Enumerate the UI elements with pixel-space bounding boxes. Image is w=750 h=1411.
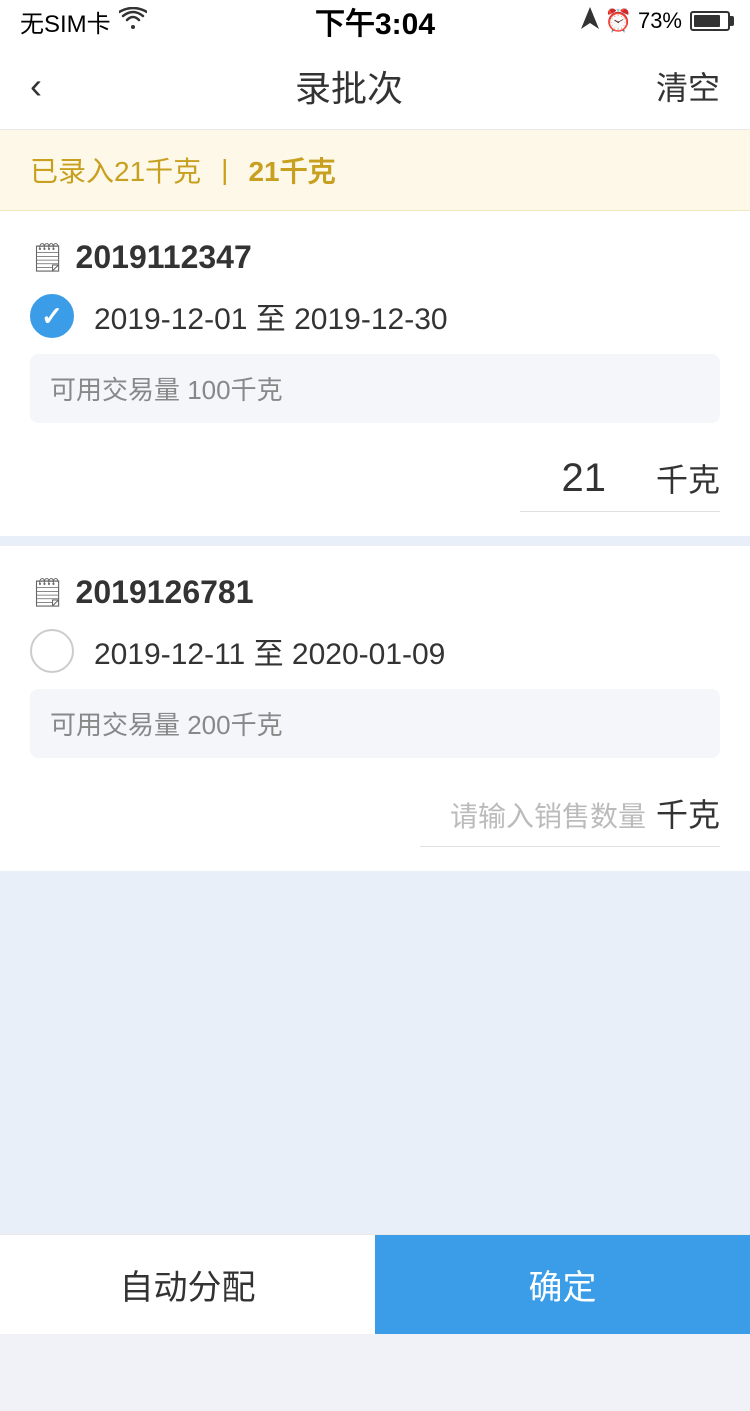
status-time: 下午3:04 (315, 0, 435, 43)
summary-divider: | (221, 154, 228, 186)
batch-date-row-1: 2019-12-01 至 2019-12-30 (0, 286, 750, 346)
batch-card-2: 🗒 2019126781 2019-12-11 至 2020-01-09 可用交… (0, 546, 750, 871)
clear-button[interactable]: 清空 (656, 63, 720, 109)
nav-bar: ‹ 录批次 清空 (0, 42, 750, 130)
batch-card-1: 🗒 2019112347 2019-12-01 至 2019-12-30 可用交… (0, 211, 750, 536)
batch-availability-1: 可用交易量 100千克 (30, 354, 720, 423)
back-button[interactable]: ‹ (30, 65, 42, 107)
confirm-button[interactable]: 确定 (375, 1235, 750, 1334)
summary-banner: 已录入21千克 | 21千克 (0, 130, 750, 211)
bottom-bar: 自动分配 确定 (0, 1234, 750, 1334)
battery-text: 73% (638, 8, 682, 34)
batch-availability-2: 可用交易量 200千克 (30, 689, 720, 758)
summary-value: 21千克 (248, 150, 335, 190)
batch-id-1: 2019112347 (76, 239, 252, 276)
battery-icon (690, 11, 730, 31)
batch-header-2: 🗒 2019126781 (0, 546, 750, 621)
status-right: ⏰ 73% (581, 7, 730, 35)
section-divider (0, 536, 750, 546)
quantity-input-1: 21 千克 (520, 455, 720, 512)
input-row-2: 请输入销售数量 千克 (0, 774, 750, 847)
wifi-icon (119, 7, 147, 36)
radio-button-1[interactable] (30, 294, 74, 338)
radio-button-2[interactable] (30, 629, 74, 673)
status-bar: 无SIM卡 下午3:04 ⏰ 73% (0, 0, 750, 42)
quantity-unit-1: 千克 (656, 455, 720, 501)
batch-header-1: 🗒 2019112347 (0, 211, 750, 286)
alarm-icon: ⏰ (605, 8, 632, 34)
page-title: 录批次 (295, 60, 403, 112)
carrier-text: 无SIM卡 (20, 4, 111, 39)
batch-date-2: 2019-12-11 至 2020-01-09 (94, 629, 445, 673)
batch-date-1: 2019-12-01 至 2019-12-30 (94, 294, 448, 338)
location-icon (581, 7, 599, 35)
status-left: 无SIM卡 (20, 4, 147, 39)
quantity-unit-2: 千克 (656, 790, 720, 836)
batch-id-2: 2019126781 (76, 574, 254, 611)
batch-icon-1: 🗒 (30, 241, 66, 274)
auto-distribute-button[interactable]: 自动分配 (0, 1235, 375, 1334)
quantity-row-1: 21 千克 (0, 439, 750, 512)
summary-label: 已录入21千克 (30, 150, 201, 190)
quantity-value-1: 21 (561, 456, 606, 501)
batch-icon-2: 🗒 (30, 576, 66, 609)
quantity-placeholder-2: 请输入销售数量 (420, 795, 646, 835)
quantity-input-2[interactable]: 请输入销售数量 千克 (420, 790, 720, 847)
batch-date-row-2: 2019-12-11 至 2020-01-09 (0, 621, 750, 681)
